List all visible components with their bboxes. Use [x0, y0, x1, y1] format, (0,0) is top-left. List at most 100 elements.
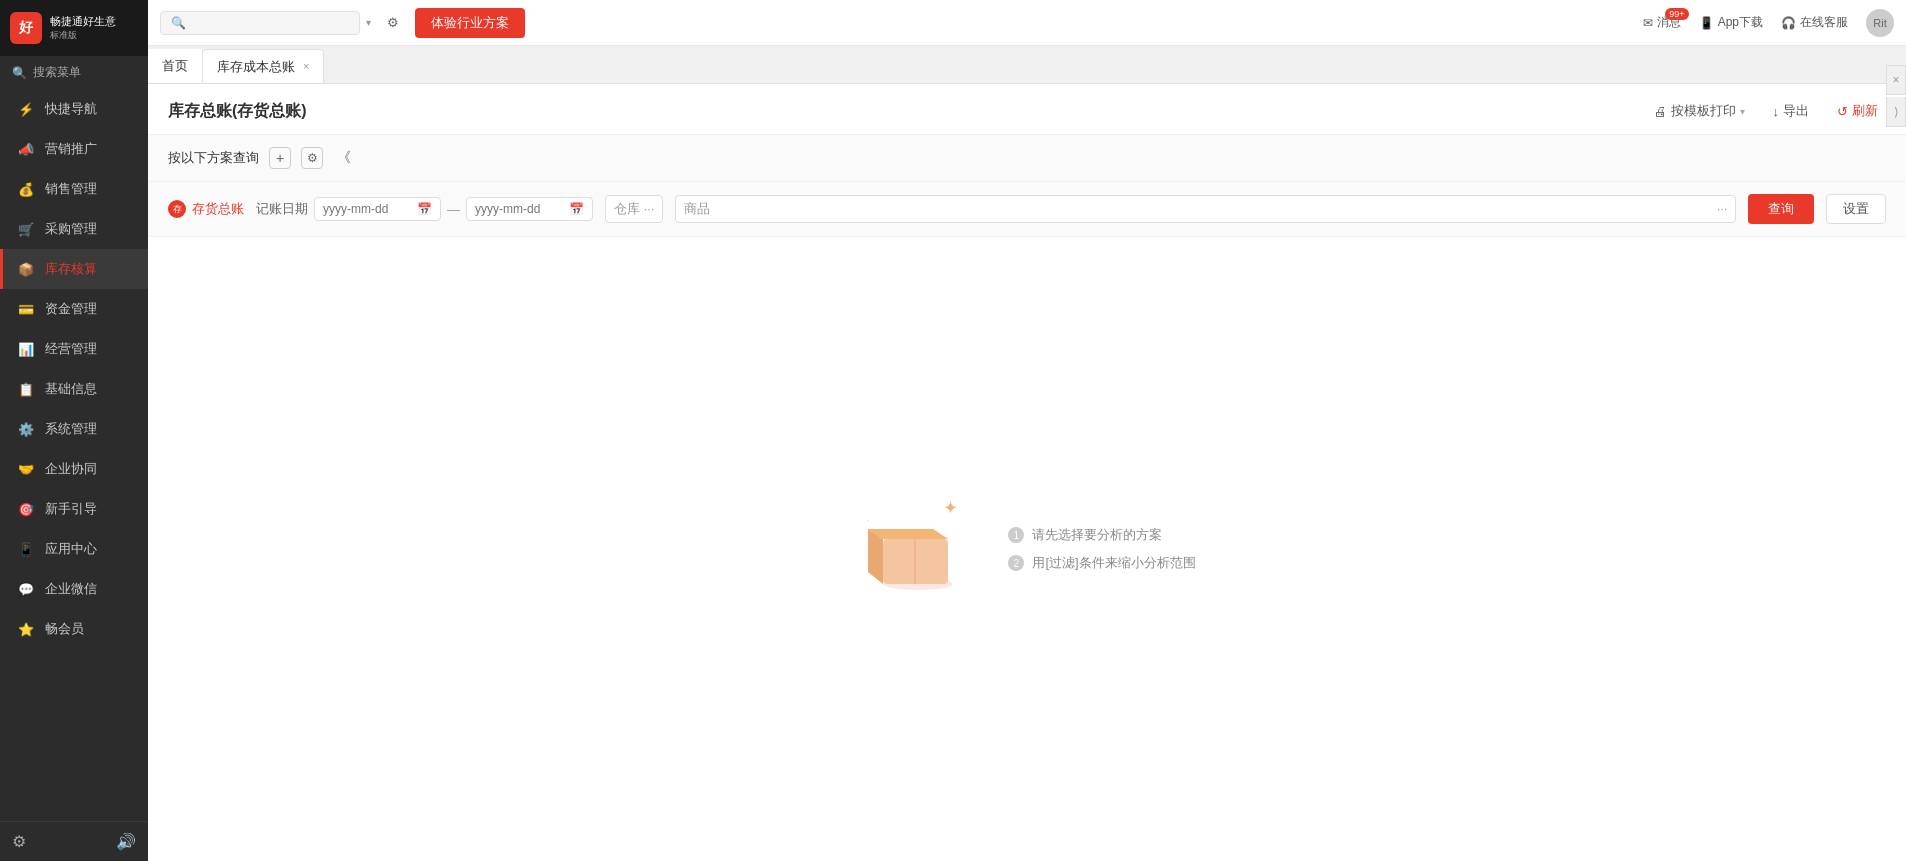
sidebar-logo: 好 畅捷通好生意 标准版: [0, 0, 148, 56]
page-header: 库存总账(存货总账) 🖨 按模板打印 ▾ ↓ 导出 ↺ 刷新: [148, 84, 1906, 135]
calendar-end-icon[interactable]: 📅: [569, 202, 584, 216]
sidebar-item-member[interactable]: ⭐ 畅会员: [0, 609, 148, 649]
date-end-input[interactable]: 📅: [466, 197, 593, 221]
logo-icon: 好: [10, 12, 42, 44]
sidebar-item-shortcuts[interactable]: ⚡ 快捷导航: [0, 89, 148, 129]
query-button[interactable]: 查询: [1748, 194, 1814, 224]
sidebar-item-funds[interactable]: 💳 资金管理: [0, 289, 148, 329]
sidebar-bottom: ⚙ 🔊: [0, 821, 148, 861]
logo-text: 畅捷通好生意: [50, 14, 116, 29]
filter-scheme[interactable]: 存 存货总账: [168, 200, 244, 218]
sidebar-item-inventory[interactable]: 📦 库存核算: [0, 249, 148, 289]
sidebar-item-label: 资金管理: [45, 300, 97, 318]
step-1-num: 1: [1008, 527, 1024, 543]
panel-close-button[interactable]: ×: [1886, 65, 1906, 95]
user-area[interactable]: Rit: [1866, 9, 1894, 37]
date-start-field[interactable]: [323, 202, 413, 216]
sidebar-item-newbie[interactable]: 🎯 新手引导: [0, 489, 148, 529]
sidebar-item-basic[interactable]: 📋 基础信息: [0, 369, 148, 409]
message-badge: 99+: [1665, 8, 1688, 20]
gear-icon: ⚙: [387, 15, 399, 30]
sidebar-item-apps[interactable]: 📱 应用中心: [0, 529, 148, 569]
svg-text:✦: ✦: [943, 498, 958, 518]
message-icon: ✉: [1643, 16, 1653, 30]
sidebar-item-label: 库存核算: [45, 260, 97, 278]
settings-bottom-icon[interactable]: ⚙: [12, 832, 26, 851]
empty-svg: ✦ ·: [858, 489, 978, 609]
sales-icon: 💰: [17, 180, 35, 198]
inventory-icon: 📦: [17, 260, 35, 278]
headset-icon: 🎧: [1781, 16, 1796, 30]
filter-add-button[interactable]: +: [269, 147, 291, 169]
product-more-icon[interactable]: ···: [1717, 202, 1727, 216]
filter-collapse-button[interactable]: 《: [333, 147, 355, 169]
sidebar-item-enterprise[interactable]: 🤝 企业协同: [0, 449, 148, 489]
refresh-icon: ↺: [1837, 104, 1848, 119]
sidebar-item-system[interactable]: ⚙️ 系统管理: [0, 409, 148, 449]
empty-text: 1 请先选择要分析的方案 2 用[过滤]条件来缩小分析范围: [1008, 526, 1195, 572]
apps-icon: 📱: [17, 540, 35, 558]
sidebar-item-wechat[interactable]: 💬 企业微信: [0, 569, 148, 609]
sidebar-search[interactable]: 🔍 搜索菜单: [0, 56, 148, 89]
sidebar-item-label: 畅会员: [45, 620, 84, 638]
tab-inventory-ledger[interactable]: 库存成本总账 ×: [202, 49, 324, 83]
settings-button[interactable]: 设置: [1826, 194, 1886, 224]
message-button[interactable]: ✉ 消息 99+: [1643, 14, 1681, 31]
newbie-icon: 🎯: [17, 500, 35, 518]
sidebar-item-purchase[interactable]: 🛒 采购管理: [0, 209, 148, 249]
sidebar-item-operations[interactable]: 📊 经营管理: [0, 329, 148, 369]
tab-home[interactable]: 首页: [148, 49, 202, 83]
filter-settings-button[interactable]: ⚙: [301, 147, 323, 169]
wechat-icon: 💬: [17, 580, 35, 598]
sidebar-item-sales[interactable]: 💰 销售管理: [0, 169, 148, 209]
topbar-search-box[interactable]: 🔍: [160, 11, 360, 35]
empty-hint-2: 2 用[过滤]条件来缩小分析范围: [1008, 554, 1195, 572]
warehouse-filter[interactable]: 仓库 ···: [605, 195, 663, 223]
topbar-right: ✉ 消息 99+ 📱 App下载 🎧 在线客服 Rit: [1643, 9, 1894, 37]
sidebar-item-marketing[interactable]: 📣 营销推广: [0, 129, 148, 169]
sidebar-item-label: 经营管理: [45, 340, 97, 358]
online-service-button[interactable]: 🎧 在线客服: [1781, 14, 1848, 31]
print-button[interactable]: 🖨 按模板打印 ▾: [1646, 98, 1753, 124]
app-download-label: App下载: [1718, 14, 1763, 31]
marketing-icon: 📣: [17, 140, 35, 158]
date-label: 记账日期: [256, 200, 308, 218]
sidebar-item-label: 企业协同: [45, 460, 97, 478]
refresh-button[interactable]: ↺ 刷新: [1829, 98, 1886, 124]
panel-expand-button[interactable]: ⟩: [1886, 97, 1906, 127]
app-download-button[interactable]: 📱 App下载: [1699, 14, 1763, 31]
tab-label: 库存成本总账: [217, 58, 295, 76]
sidebar-nav: ⚡ 快捷导航 📣 营销推广 💰 销售管理 🛒 采购管理 📦 库存核算 💳 资金管…: [0, 89, 148, 821]
sidebar-item-label: 应用中心: [45, 540, 97, 558]
filter-row: 存 存货总账 记账日期 📅 — 📅 仓库 ···: [148, 182, 1906, 237]
date-separator: —: [447, 202, 460, 217]
date-end-field[interactable]: [475, 202, 565, 216]
operations-icon: 📊: [17, 340, 35, 358]
topbar-dropdown-arrow[interactable]: ▾: [366, 17, 371, 28]
warehouse-more-icon[interactable]: ···: [644, 202, 654, 216]
shortcuts-icon: ⚡: [17, 100, 35, 118]
audio-icon[interactable]: 🔊: [116, 832, 136, 851]
step-2-num: 2: [1008, 555, 1024, 571]
logo-badge: 标准版: [50, 29, 116, 42]
empty-illustration: ✦ ·: [858, 489, 978, 609]
topbar-gear-button[interactable]: ⚙: [377, 7, 409, 39]
export-button[interactable]: ↓ 导出: [1765, 98, 1818, 124]
warehouse-label: 仓库: [614, 200, 640, 218]
trial-industry-button[interactable]: 体验行业方案: [415, 8, 525, 38]
main-content: 🔍 ▾ ⚙ 体验行业方案 ✉ 消息 99+ 📱 App下载 🎧 在线客服: [148, 0, 1906, 861]
sidebar-item-label: 快捷导航: [45, 100, 97, 118]
date-start-input[interactable]: 📅: [314, 197, 441, 221]
sidebar-item-label: 企业微信: [45, 580, 97, 598]
user-name: Rit: [1873, 17, 1886, 29]
export-icon: ↓: [1773, 104, 1780, 119]
tab-home-label: 首页: [162, 57, 188, 75]
filter-area: 按以下方案查询 + ⚙ 《: [148, 135, 1906, 182]
print-dropdown-icon: ▾: [1740, 106, 1745, 117]
settings-small-icon: ⚙: [307, 151, 318, 165]
date-filter: 记账日期 📅 — 📅: [256, 197, 593, 221]
calendar-start-icon[interactable]: 📅: [417, 202, 432, 216]
product-filter[interactable]: 商品 ···: [675, 195, 1736, 223]
tab-close-button[interactable]: ×: [303, 61, 309, 72]
sidebar-item-label: 系统管理: [45, 420, 97, 438]
